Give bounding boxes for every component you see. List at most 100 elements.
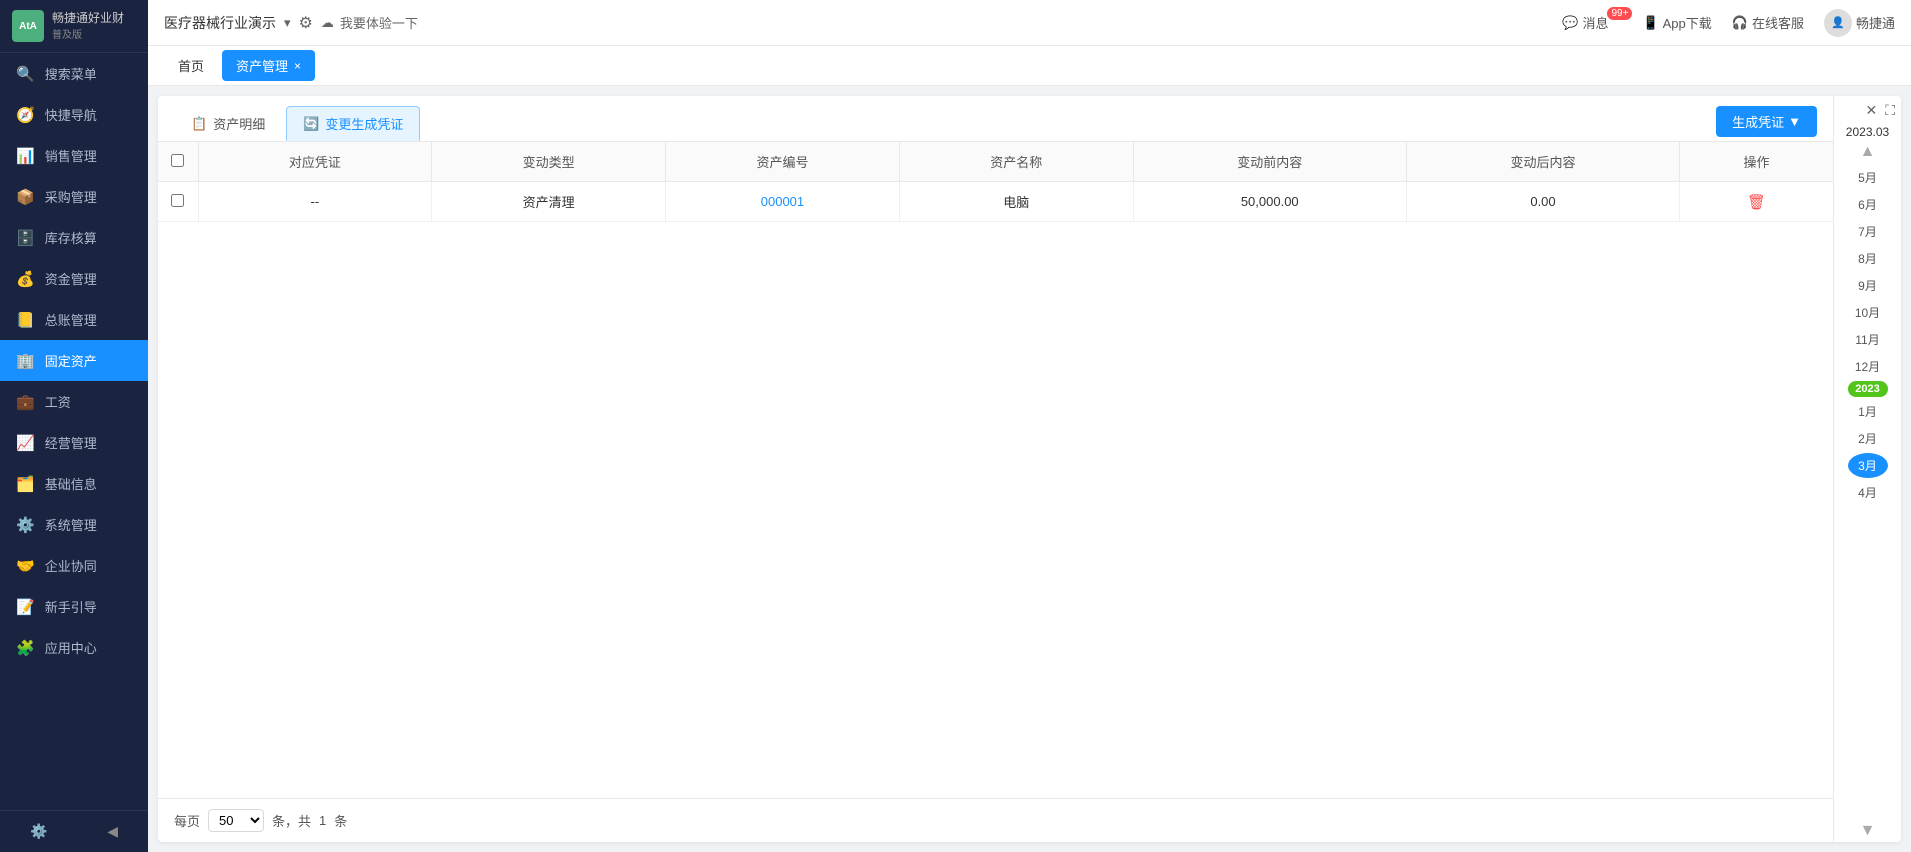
tab-home[interactable]: 首页: [164, 50, 218, 81]
sidebar-header: AtA 畅捷通好业财 普及版: [0, 0, 148, 53]
month-item-m2[interactable]: 2月: [1848, 426, 1888, 451]
avatar: 👤: [1824, 9, 1852, 37]
year-label: 2023.03: [1846, 121, 1889, 141]
dropdown-icon[interactable]: ▾: [284, 15, 291, 31]
month-item-m8[interactable]: 8月: [1848, 246, 1888, 271]
delete-button[interactable]: 🗑: [1747, 193, 1766, 211]
sidebar-item-sysmanage[interactable]: ⚙️ 系统管理: [0, 504, 148, 545]
sidebar-item-operations[interactable]: 📈 经营管理: [0, 422, 148, 463]
sidebar-scroll: 🔍 搜索菜单 🧭 快捷导航 📊 销售管理 📦 采购管理 🗄️ 库存核算 💰 资金…: [0, 53, 148, 810]
online-service-label: 在线客服: [1752, 13, 1804, 32]
search-icon: 🔍: [16, 65, 35, 83]
settings-icon[interactable]: ⚙: [299, 13, 313, 33]
app-download-button[interactable]: 📱 App下载: [1642, 13, 1711, 32]
month-item-m11[interactable]: 11月: [1848, 327, 1888, 352]
tab-assets[interactable]: 资产管理 ×: [222, 50, 315, 81]
month-item-m6[interactable]: 6月: [1848, 192, 1888, 217]
subtab-generatevoucher[interactable]: 🔄 变更生成凭证: [286, 106, 420, 141]
td-before-content: 50,000.00: [1133, 182, 1406, 222]
table-area: 对应凭证 变动类型 资产编号 资产名称: [158, 142, 1833, 798]
user-name: 畅捷通: [1856, 13, 1895, 32]
sidebar-item-sales[interactable]: 📊 销售管理: [0, 135, 148, 176]
user-profile[interactable]: 👤 畅捷通: [1824, 9, 1895, 37]
month-item-m4[interactable]: 4月: [1848, 480, 1888, 505]
sidebar-logo: AtA: [12, 10, 44, 42]
expand-panel-button[interactable]: ⛶: [1883, 100, 1897, 121]
th-checkbox: [158, 142, 198, 182]
subtab-assetdetail[interactable]: 📋 资产明细: [174, 106, 282, 141]
experience-label: 我要体验一下: [340, 13, 418, 32]
topbar-right: 💬 消息 99+ 📱 App下载 🎧 在线客服 👤 畅捷通: [1562, 9, 1895, 37]
month-item-m5[interactable]: 5月: [1848, 165, 1888, 190]
td-checkbox: [158, 182, 198, 222]
sidebar-item-finance[interactable]: 💰 资金管理: [0, 258, 148, 299]
online-service-button[interactable]: 🎧 在线客服: [1732, 13, 1804, 32]
month-item-m9[interactable]: 9月: [1848, 273, 1888, 298]
building-icon: 🏢: [16, 352, 35, 370]
sidebar-item-label: 经营管理: [45, 433, 97, 452]
scroll-up-button[interactable]: ▲: [1860, 141, 1876, 163]
sidebar-item-label: 资金管理: [45, 269, 97, 288]
sidebar-item-guide[interactable]: 📝 新手引导: [0, 586, 148, 627]
sidebar-item-ledger[interactable]: 📒 总账管理: [0, 299, 148, 340]
generate-btn-label: 生成凭证: [1732, 112, 1784, 131]
messages-badge: 99+: [1607, 7, 1632, 20]
sidebar-item-purchase[interactable]: 📦 采购管理: [0, 176, 148, 217]
operations-icon: 📈: [16, 434, 35, 452]
close-panel-button[interactable]: ✕: [1863, 100, 1879, 121]
select-all-checkbox[interactable]: [171, 154, 184, 167]
right-panel: ✕ ⛶ 2023.03 ▲ 5月6月7月8月9月10月11月12月20231月2…: [1833, 96, 1901, 842]
scroll-down-button[interactable]: ▼: [1860, 820, 1876, 842]
month-item-m12[interactable]: 12月: [1848, 354, 1888, 379]
handshake-icon: 🤝: [16, 557, 35, 575]
sidebar-item-enterprise[interactable]: 🤝 企业协同: [0, 545, 148, 586]
sidebar-item-inventory[interactable]: 🗄️ 库存核算: [0, 217, 148, 258]
sidebar-item-search[interactable]: 🔍 搜索菜单: [0, 53, 148, 94]
month-item-m3[interactable]: 3月: [1848, 453, 1888, 478]
sidebar-item-quicknav[interactable]: 🧭 快捷导航: [0, 94, 148, 135]
th-voucher: 对应凭证: [198, 142, 432, 182]
sidebar-item-fixedassets[interactable]: 🏢 固定资产: [0, 340, 148, 381]
page-size-select[interactable]: 50 10 20 100: [208, 809, 264, 832]
sidebar-item-label: 企业协同: [45, 556, 97, 575]
experience-button[interactable]: ☁ 我要体验一下: [321, 13, 418, 32]
files-icon: 🗂️: [16, 475, 35, 493]
right-panel-header: ✕ ⛶: [1834, 96, 1901, 121]
topbar-left: 医疗器械行业演示 ▾ ⚙ ☁ 我要体验一下: [164, 13, 418, 33]
sidebar-item-label: 基础信息: [45, 474, 97, 493]
download-icon: 📱: [1642, 15, 1658, 31]
storage-icon: 🗄️: [16, 229, 35, 247]
sidebar-item-label: 销售管理: [45, 146, 97, 165]
sidebar-item-label: 应用中心: [45, 638, 97, 657]
chart-icon: 📊: [16, 147, 35, 165]
settings-button[interactable]: ⚙️: [22, 819, 55, 844]
main-content: 医疗器械行业演示 ▾ ⚙ ☁ 我要体验一下 💬 消息 99+ 📱 App下载 🎧…: [148, 0, 1911, 852]
box-icon: 📦: [16, 188, 35, 206]
sidebar-item-label: 总账管理: [45, 310, 97, 329]
month-item-m7[interactable]: 7月: [1848, 219, 1888, 244]
close-tab-icon[interactable]: ×: [294, 59, 301, 73]
th-after-content: 变动后内容: [1406, 142, 1679, 182]
row-checkbox[interactable]: [171, 194, 184, 207]
company-name: 医疗器械行业演示: [164, 13, 276, 33]
assets-table: 对应凭证 变动类型 资产编号 资产名称: [158, 142, 1833, 222]
sidebar-item-label: 系统管理: [45, 515, 97, 534]
sidebar-bottom: ⚙️ ◀: [0, 810, 148, 852]
sidebar-item-salary[interactable]: 💼 工资: [0, 381, 148, 422]
inner-content: 📋 资产明细 🔄 变更生成凭证 生成凭证 ▼: [158, 96, 1833, 842]
month-list: 5月6月7月8月9月10月11月12月20231月2月3月4月: [1834, 163, 1901, 820]
collapse-button[interactable]: ◀: [99, 819, 126, 844]
table-row: -- 资产清理 000001 电脑 50,000.00 0.00 🗑: [158, 182, 1833, 222]
compass-icon: 🧭: [16, 106, 35, 124]
month-item-m1[interactable]: 1月: [1848, 399, 1888, 424]
messages-button[interactable]: 💬 消息 99+: [1562, 13, 1622, 32]
table-icon: 📋: [191, 116, 207, 132]
td-asset-name: 电脑: [899, 182, 1133, 222]
sidebar-item-label: 采购管理: [45, 187, 97, 206]
sidebar-item-label: 固定资产: [45, 351, 97, 370]
month-item-m10[interactable]: 10月: [1848, 300, 1888, 325]
generate-voucher-button[interactable]: 生成凭证 ▼: [1716, 106, 1817, 137]
active-tab-label: 资产管理: [236, 56, 288, 75]
sidebar-item-appcenter[interactable]: 🧩 应用中心: [0, 627, 148, 668]
sidebar-item-basicinfo[interactable]: 🗂️ 基础信息: [0, 463, 148, 504]
